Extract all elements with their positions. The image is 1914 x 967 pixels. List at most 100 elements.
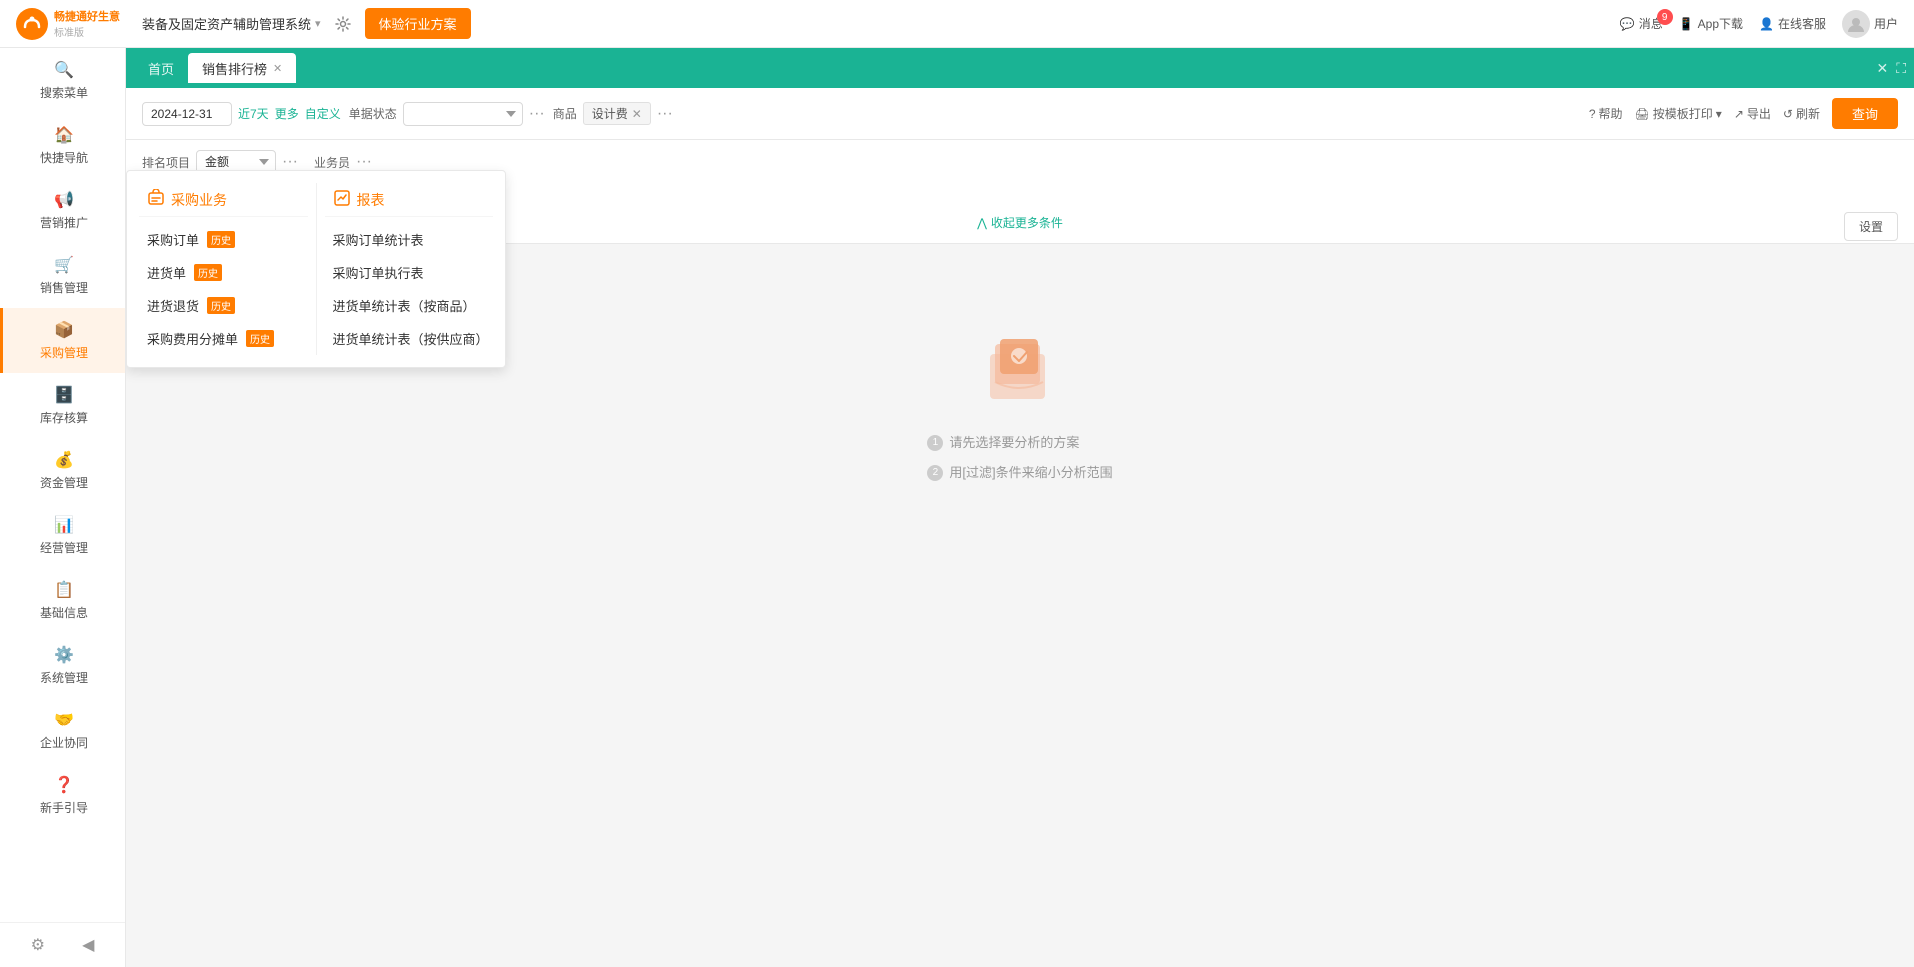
purchase-expense-label: 采购费用分摊单 (147, 329, 238, 348)
sidebar-label-sales: 销售管理 (40, 279, 88, 296)
sidebar-item-enterprise[interactable]: 🤝 企业协同 (0, 698, 125, 763)
message-badge: 9 (1657, 9, 1673, 25)
system-title: 装备及固定资产辅助管理系统 (142, 14, 311, 33)
app-download-action[interactable]: 📱 App下载 (1679, 15, 1743, 32)
collapse-arrow-icon: ⋀ (977, 216, 987, 230)
dropdown-arrow-icon: ▾ (315, 17, 321, 30)
sidebar-item-operations[interactable]: 📊 经营管理 (0, 503, 125, 568)
finance-icon: 💰 (54, 450, 74, 470)
menu-item-purchase-expense[interactable]: 采购费用分摊单 历史 (139, 322, 308, 355)
sidebar-item-inventory[interactable]: 🗄️ 库存核算 (0, 373, 125, 438)
message-action[interactable]: 💬 消息 9 (1620, 15, 1663, 32)
refresh-icon: ↺ (1783, 107, 1793, 121)
purchase-order-label: 采购订单 (147, 230, 199, 249)
user-action[interactable]: 用户 (1842, 10, 1898, 38)
sidebar-item-system[interactable]: ⚙️ 系统管理 (0, 633, 125, 698)
sidebar-settings-icon[interactable]: ⚙ (31, 935, 45, 955)
purchase-report-col: 报表 采购订单统计表 采购订单执行表 进货单统计表（按商品） (325, 183, 494, 355)
date-range-7[interactable]: 近7天 (238, 105, 269, 122)
industry-button[interactable]: 体验行业方案 (365, 8, 471, 39)
menu-item-purchase-order-exec[interactable]: 采购订单执行表 (325, 256, 494, 289)
date-more[interactable]: 更多 (275, 105, 299, 122)
logo-icon (16, 8, 48, 40)
sales-icon: 🛒 (54, 255, 74, 275)
receive-by-product-label: 进货单统计表（按商品） (333, 296, 476, 315)
date-input[interactable]: 2024-12-31 (142, 102, 232, 126)
system-title-dropdown[interactable]: 装备及固定资产辅助管理系统 ▾ (142, 14, 321, 33)
purchase-business-icon (147, 189, 165, 210)
sidebar-label-search: 搜索菜单 (40, 84, 88, 101)
date-custom[interactable]: 自定义 (305, 105, 341, 122)
guide-icon: ❓ (54, 775, 74, 795)
sidebar-bottom: ⚙ ◀ (0, 922, 125, 967)
online-service-action[interactable]: 👤 在线客服 (1759, 15, 1826, 32)
enterprise-icon: 🤝 (54, 710, 74, 730)
product-tag-close[interactable]: ✕ (632, 107, 642, 121)
purchase-business-title: 采购业务 (139, 183, 308, 217)
menu-item-purchase-receive[interactable]: 进货单 历史 (139, 256, 308, 289)
rank-more[interactable]: ··· (282, 153, 298, 171)
rank-label: 排名项目 (142, 154, 190, 171)
export-icon: ↗ (1734, 107, 1744, 121)
menu-item-receive-by-supplier[interactable]: 进货单统计表（按供应商） (325, 322, 494, 355)
top-bar-right: 💬 消息 9 📱 App下载 👤 在线客服 用户 (1620, 10, 1898, 38)
settings-icon-btn[interactable] (329, 10, 357, 38)
print-template-link[interactable]: 🖨 按模板打印 ▾ (1635, 105, 1722, 122)
doc-status-select[interactable] (403, 102, 523, 126)
sidebar-label-operations: 经营管理 (40, 539, 88, 556)
doc-status-filter: 单据状态 ··· (349, 102, 545, 126)
logo-area: 畅捷通好生意 标准版 (16, 8, 142, 40)
purchase-order-exec-label: 采购订单执行表 (333, 263, 424, 282)
salesperson-filter: 业务员 ··· (314, 153, 372, 171)
filter-settings-button[interactable]: 设置 (1844, 212, 1898, 241)
purchase-return-label: 进货退货 (147, 296, 199, 315)
tab-sales-rank[interactable]: 销售排行榜 ✕ (188, 53, 296, 83)
purchase-order-stat-label: 采购订单统计表 (333, 230, 424, 249)
menu-item-purchase-order[interactable]: 采购订单 历史 (139, 223, 308, 256)
salesperson-more[interactable]: ··· (356, 153, 372, 171)
marketing-icon: 📢 (54, 190, 74, 210)
sidebar-collapse-icon[interactable]: ◀ (82, 935, 94, 955)
purchase-dropdown-menu: 采购业务 采购订单 历史 进货单 历史 进货退货 (126, 170, 506, 368)
sidebar-item-sales[interactable]: 🛒 销售管理 (0, 243, 125, 308)
tab-close-icon[interactable]: ✕ (273, 62, 282, 75)
product-more[interactable]: ··· (657, 105, 673, 123)
top-bar: 畅捷通好生意 标准版 装备及固定资产辅助管理系统 ▾ 体验行业方案 💬 消息 9 (0, 0, 1914, 48)
menu-divider (316, 183, 317, 355)
header-actions: ? 帮助 🖨 按模板打印 ▾ ↗ 导出 ↺ (1589, 98, 1898, 129)
refresh-link[interactable]: ↺ 刷新 (1783, 105, 1820, 122)
empty-illustration (975, 324, 1065, 414)
purchase-report-icon (333, 189, 351, 210)
tab-close-all-icon[interactable]: ✕ (1876, 60, 1888, 77)
menu-item-purchase-return[interactable]: 进货退货 历史 (139, 289, 308, 322)
sidebar-item-marketing[interactable]: 📢 营销推广 (0, 178, 125, 243)
collapse-button[interactable]: ⋀ 收起更多条件 (977, 214, 1063, 231)
phone-icon: 📱 (1679, 17, 1694, 31)
operations-icon: 📊 (54, 515, 74, 535)
sidebar-item-basic-info[interactable]: 📋 基础信息 (0, 568, 125, 633)
print-dropdown-icon: ▾ (1716, 107, 1722, 121)
menu-item-purchase-order-stat[interactable]: 采购订单统计表 (325, 223, 494, 256)
message-icon: 💬 (1620, 17, 1635, 31)
query-button[interactable]: 查询 (1832, 98, 1898, 129)
service-icon: 👤 (1759, 17, 1774, 31)
tab-expand-icon[interactable]: ⛶ (1896, 60, 1906, 77)
sidebar-item-search[interactable]: 🔍 搜索菜单 (0, 48, 125, 113)
export-link[interactable]: ↗ 导出 (1734, 105, 1771, 122)
product-filter: 商品 设计费 ✕ ··· (553, 102, 673, 125)
menu-item-receive-by-product[interactable]: 进货单统计表（按商品） (325, 289, 494, 322)
help-link[interactable]: ? 帮助 (1589, 105, 1623, 122)
doc-status-more[interactable]: ··· (529, 105, 545, 123)
tab-home[interactable]: 首页 (134, 53, 188, 83)
product-label: 商品 (553, 105, 577, 122)
sidebar-item-quick-nav[interactable]: 🏠 快捷导航 (0, 113, 125, 178)
salesperson-label: 业务员 (314, 154, 350, 171)
sidebar-item-purchase[interactable]: 📦 采购管理 (0, 308, 125, 373)
avatar (1842, 10, 1870, 38)
sidebar-label-marketing: 营销推广 (40, 214, 88, 231)
sidebar-label-finance: 资金管理 (40, 474, 88, 491)
sidebar-item-finance[interactable]: 💰 资金管理 (0, 438, 125, 503)
inventory-icon: 🗄️ (54, 385, 74, 405)
sidebar-item-guide[interactable]: ❓ 新手引导 (0, 763, 125, 828)
home-tab-label: 首页 (148, 59, 174, 78)
